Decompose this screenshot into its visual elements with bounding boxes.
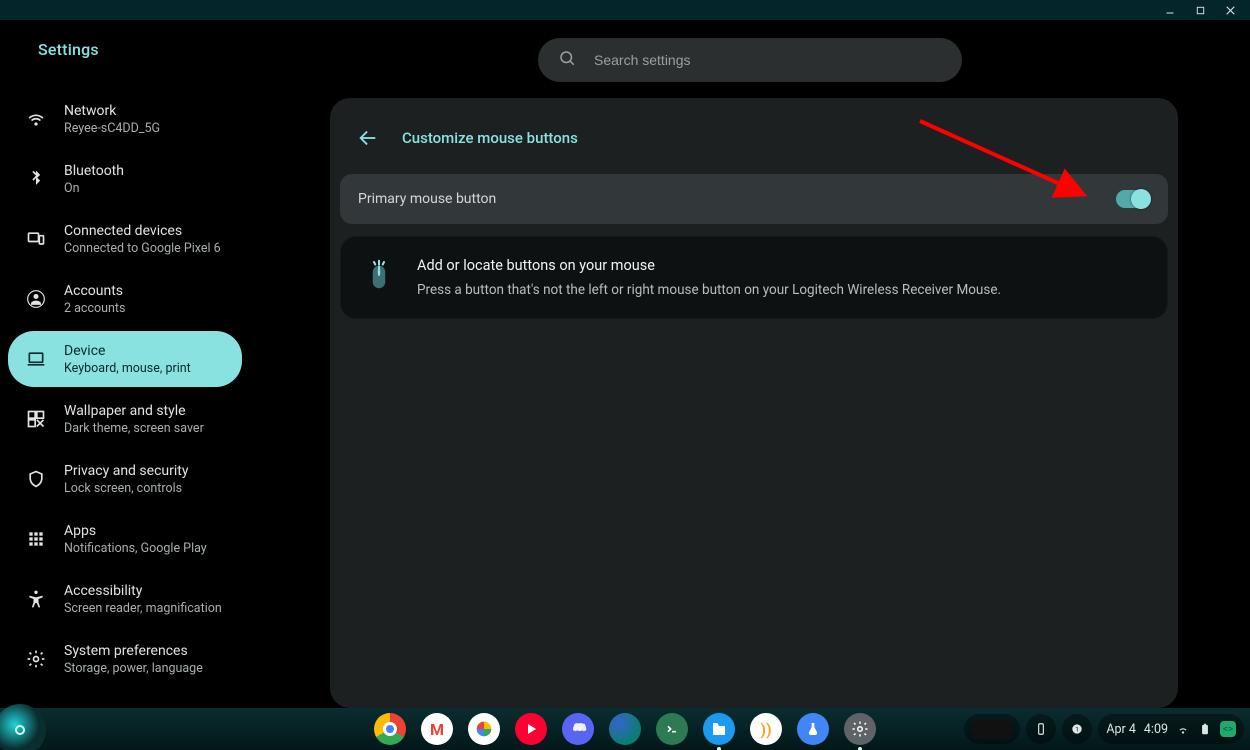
tray-date: Apr 4: [1106, 722, 1136, 737]
sidebar-item-network[interactable]: Network Reyee-sC4DD_5G: [8, 91, 242, 147]
shelf-app-discord-icon[interactable]: [562, 713, 594, 745]
sidebar-item-sublabel: Notifications, Google Play: [64, 541, 207, 556]
sidebar-item-label: Apps: [64, 523, 207, 539]
app-title: Settings: [8, 20, 242, 87]
sidebar-item-sublabel: Screen reader, magnification: [64, 601, 222, 616]
shelf-app-labs-icon[interactable]: [797, 713, 829, 745]
sidebar-item-label: Accessibility: [64, 583, 222, 599]
gear-icon: [26, 649, 46, 669]
window-maximize-button[interactable]: [1186, 0, 1214, 20]
sidebar-item-sublabel: Dark theme, screen saver: [64, 421, 204, 436]
add-buttons-title: Add or locate buttons on your mouse: [417, 257, 1001, 274]
battery-status-icon: [1198, 722, 1212, 736]
mouse-add-icon: [363, 257, 395, 297]
sidebar-item-label: Accounts: [64, 283, 125, 299]
wifi-status-icon: [1176, 722, 1190, 736]
sidebar-item-sublabel: Storage, power, language: [64, 661, 203, 676]
shelf: M )) 1 Apr 4 4:09 <>: [0, 708, 1250, 750]
launcher-button[interactable]: [0, 704, 46, 750]
sidebar-item-label: System preferences: [64, 643, 203, 659]
search-icon: [558, 49, 576, 71]
shield-icon: [26, 469, 46, 489]
sidebar-item-device[interactable]: Device Keyboard, mouse, print: [8, 331, 242, 387]
panel-header: Customize mouse buttons: [330, 116, 1178, 174]
settings-panel: Customize mouse buttons Primary mouse bu…: [330, 98, 1178, 708]
sidebar-item-privacy[interactable]: Privacy and security Lock screen, contro…: [8, 451, 242, 507]
wallpaper-icon: [26, 409, 46, 429]
tray-phone-hub-icon[interactable]: [1026, 714, 1056, 744]
shelf-app-edge-icon[interactable]: [609, 713, 641, 745]
wifi-icon: [26, 109, 46, 129]
sidebar-item-label: Bluetooth: [64, 163, 124, 179]
shelf-app-chrome-icon[interactable]: [374, 713, 406, 745]
setting-label: Primary mouse button: [358, 191, 496, 207]
sidebar-item-label: Privacy and security: [64, 463, 188, 479]
main-area: Customize mouse buttons Primary mouse bu…: [250, 20, 1250, 708]
shelf-app-gmail-icon[interactable]: M: [421, 713, 453, 745]
tray-holding-space[interactable]: [964, 714, 1020, 744]
sidebar-item-wallpaper[interactable]: Wallpaper and style Dark theme, screen s…: [8, 391, 242, 447]
shelf-app-terminal-icon[interactable]: [656, 713, 688, 745]
svg-text:1: 1: [1076, 725, 1080, 733]
shelf-app-photos-icon[interactable]: [468, 713, 500, 745]
tray-dev-icon: <>: [1220, 721, 1236, 737]
sidebar-item-sublabel: Lock screen, controls: [64, 481, 188, 496]
add-buttons-card: Add or locate buttons on your mouse Pres…: [340, 236, 1168, 319]
sidebar-item-system-preferences[interactable]: System preferences Storage, power, langu…: [8, 631, 242, 687]
window-close-button[interactable]: [1216, 0, 1244, 20]
apps-grid-icon: [26, 529, 46, 549]
window-minimize-button[interactable]: [1156, 0, 1184, 20]
sidebar-item-bluetooth[interactable]: Bluetooth On: [8, 151, 242, 207]
shelf-app-settings-icon[interactable]: [844, 713, 876, 745]
window-titlebar: [0, 0, 1250, 20]
sidebar-item-label: Connected devices: [64, 223, 221, 239]
sidebar-item-sublabel: Keyboard, mouse, print: [64, 361, 191, 376]
tray-status-area[interactable]: Apr 4 4:09 <>: [1098, 714, 1244, 744]
search-input[interactable]: [594, 52, 942, 68]
shelf-app-youtube-music-icon[interactable]: [515, 713, 547, 745]
status-tray: 1 Apr 4 4:09 <>: [964, 714, 1244, 744]
search-bar[interactable]: [538, 38, 962, 82]
add-buttons-description: Press a button that's not the left or ri…: [417, 282, 1001, 298]
sidebar-item-label: Device: [64, 343, 191, 359]
accounts-icon: [26, 289, 46, 309]
sidebar-item-label: Network: [64, 103, 160, 119]
primary-mouse-button-toggle[interactable]: [1116, 190, 1150, 208]
shelf-apps: M )): [374, 713, 876, 745]
tray-notifications-icon[interactable]: 1: [1062, 714, 1092, 744]
sidebar-item-accessibility[interactable]: Accessibility Screen reader, magnificati…: [8, 571, 242, 627]
accessibility-icon: [26, 589, 46, 609]
sidebar-item-sublabel: Reyee-sC4DD_5G: [64, 121, 160, 136]
primary-mouse-button-row: Primary mouse button: [340, 174, 1168, 224]
tray-time: 4:09: [1144, 722, 1168, 737]
laptop-icon: [26, 349, 46, 369]
sidebar-item-apps[interactable]: Apps Notifications, Google Play: [8, 511, 242, 567]
sidebar-item-accounts[interactable]: Accounts 2 accounts: [8, 271, 242, 327]
sidebar: Settings Network Reyee-sC4DD_5G Bluetoot…: [0, 20, 250, 708]
sidebar-item-sublabel: Connected to Google Pixel 6: [64, 241, 221, 256]
shelf-app-icon[interactable]: )): [750, 713, 782, 745]
shelf-app-files-icon[interactable]: [703, 713, 735, 745]
sidebar-item-connected-devices[interactable]: Connected devices Connected to Google Pi…: [8, 211, 242, 267]
page-title: Customize mouse buttons: [402, 129, 578, 147]
back-button[interactable]: [350, 120, 386, 156]
sidebar-item-sublabel: 2 accounts: [64, 301, 125, 316]
bluetooth-icon: [26, 169, 46, 189]
sidebar-item-sublabel: On: [64, 181, 124, 196]
devices-icon: [26, 229, 46, 249]
settings-app: Settings Network Reyee-sC4DD_5G Bluetoot…: [0, 20, 1250, 708]
sidebar-item-label: Wallpaper and style: [64, 403, 204, 419]
